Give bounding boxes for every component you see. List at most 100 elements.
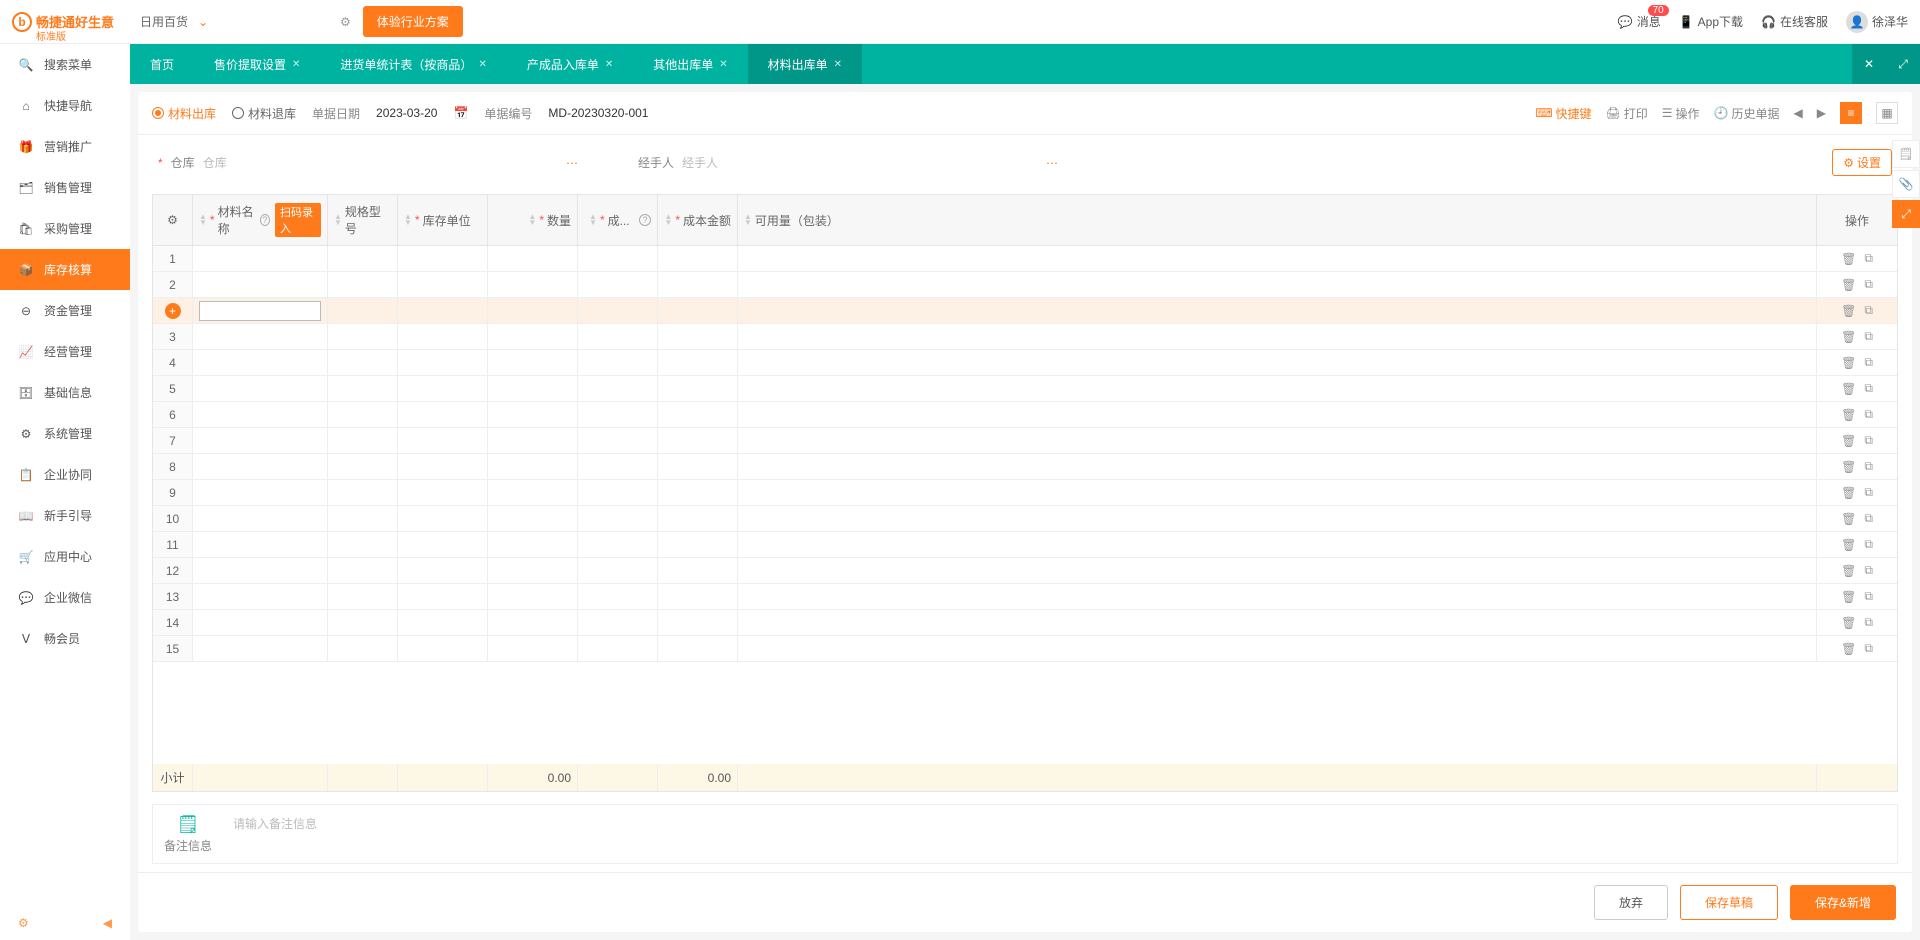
table-row[interactable]: 7🗑⧉ — [153, 428, 1897, 454]
discard-button[interactable]: 放弃 — [1594, 885, 1668, 920]
table-row[interactable]: 9🗑⧉ — [153, 480, 1897, 506]
sidebar-item-8[interactable]: 🗄基础信息 — [0, 372, 130, 413]
sidebar-item-7[interactable]: 📈经营管理 — [0, 331, 130, 372]
copy-row-icon[interactable]: ⧉ — [1864, 433, 1873, 448]
table-row[interactable]: 13🗑⧉ — [153, 584, 1897, 610]
delete-row-icon[interactable]: 🗑 — [1841, 356, 1856, 370]
table-row[interactable]: +🗑⧉ — [153, 298, 1897, 324]
agent-field[interactable]: 经手人 ⋯ — [638, 154, 1058, 171]
copy-row-icon[interactable]: ⧉ — [1864, 615, 1873, 630]
close-icon[interactable]: ✕ — [292, 59, 300, 70]
table-row[interactable]: 6🗑⧉ — [153, 402, 1897, 428]
rail-note-button[interactable]: 🗒 — [1892, 140, 1920, 168]
agent-input[interactable] — [682, 156, 1038, 170]
help-icon[interactable]: ? — [260, 214, 270, 226]
delete-row-icon[interactable]: 🗑 — [1841, 590, 1856, 604]
messages-button[interactable]: 💬 消息 70 — [1618, 13, 1661, 30]
table-row[interactable]: 14🗑⧉ — [153, 610, 1897, 636]
scan-tag[interactable]: 扫码录入 — [275, 203, 321, 237]
save-new-button[interactable]: 保存&新增 — [1790, 885, 1896, 920]
gear-icon[interactable]: ⚙ — [340, 15, 351, 29]
tab-3[interactable]: 产成品入库单✕ — [507, 44, 633, 84]
col-name[interactable]: ▲▼*材料名称?扫码录入 — [193, 195, 328, 245]
delete-row-icon[interactable]: 🗑 — [1841, 460, 1856, 474]
rail-attach-button[interactable]: 📎 — [1892, 170, 1920, 198]
sidebar-item-14[interactable]: Ⅴ畅会员 — [0, 618, 130, 659]
delete-row-icon[interactable]: 🗑 — [1841, 564, 1856, 578]
table-row[interactable]: 15🗑⧉ — [153, 636, 1897, 662]
close-icon[interactable]: ✕ — [478, 59, 486, 70]
actions-button[interactable]: ☰ 操作 — [1662, 105, 1700, 122]
calendar-icon[interactable]: 📅 — [453, 106, 468, 120]
sidebar-item-3[interactable]: 🗂销售管理 — [0, 167, 130, 208]
name-input[interactable] — [199, 301, 321, 321]
table-row[interactable]: 8🗑⧉ — [153, 454, 1897, 480]
collapse-icon[interactable]: ◀ — [103, 916, 112, 930]
trial-button[interactable]: 体验行业方案 — [363, 6, 463, 37]
settings-icon[interactable]: ⚙ — [18, 916, 29, 930]
copy-row-icon[interactable]: ⧉ — [1864, 537, 1873, 552]
tab-1[interactable]: 售价提取设置✕ — [194, 44, 320, 84]
tab-4[interactable]: 其他出库单✕ — [633, 44, 747, 84]
table-row[interactable]: 3🗑⧉ — [153, 324, 1897, 350]
table-row[interactable]: 2🗑⧉ — [153, 272, 1897, 298]
copy-row-icon[interactable]: ⧉ — [1864, 407, 1873, 422]
date-value[interactable]: 2023-03-20 — [376, 106, 437, 120]
close-icon[interactable]: ✕ — [605, 59, 613, 70]
sidebar-item-12[interactable]: 🛒应用中心 — [0, 536, 130, 577]
prev-doc-button[interactable]: ◀ — [1794, 106, 1803, 120]
sidebar-item-13[interactable]: 💬企业微信 — [0, 577, 130, 618]
copy-row-icon[interactable]: ⧉ — [1864, 459, 1873, 474]
user-menu[interactable]: 👤 徐泽华 — [1846, 11, 1908, 33]
sidebar-item-0[interactable]: 🔍搜索菜单 — [0, 44, 130, 85]
copy-row-icon[interactable]: ⧉ — [1864, 589, 1873, 604]
tab-expand-button[interactable]: ⤢ — [1886, 44, 1920, 84]
settings-button[interactable]: ⚙ 设置 — [1832, 149, 1892, 176]
col-qty[interactable]: ▲▼*数量 — [488, 195, 578, 245]
col-avail[interactable]: ▲▼可用量（包装） — [738, 195, 1817, 245]
radio-return[interactable]: 材料退库 — [232, 105, 296, 122]
delete-row-icon[interactable]: 🗑 — [1841, 408, 1856, 422]
industry-selector[interactable]: 日用百货 ⌄ — [140, 13, 340, 30]
delete-row-icon[interactable]: 🗑 — [1841, 252, 1856, 266]
shortcut-button[interactable]: ⌨ 快捷键 — [1535, 105, 1591, 122]
table-row[interactable]: 1🗑⧉ — [153, 246, 1897, 272]
table-row[interactable]: 10🗑⧉ — [153, 506, 1897, 532]
tab-2[interactable]: 进货单统计表（按商品）✕ — [320, 44, 506, 84]
rail-expand-button[interactable]: ⤢ — [1892, 200, 1920, 228]
view-list-button[interactable]: ≡ — [1840, 102, 1862, 124]
copy-row-icon[interactable]: ⧉ — [1864, 381, 1873, 396]
print-button[interactable]: 🖨 打印 — [1606, 105, 1648, 122]
radio-out[interactable]: 材料出库 — [152, 105, 216, 122]
sidebar-item-5[interactable]: 📦库存核算 — [0, 249, 130, 290]
delete-row-icon[interactable]: 🗑 — [1841, 278, 1856, 292]
copy-row-icon[interactable]: ⧉ — [1864, 329, 1873, 344]
delete-row-icon[interactable]: 🗑 — [1841, 616, 1856, 630]
delete-row-icon[interactable]: 🗑 — [1841, 486, 1856, 500]
table-row[interactable]: 11🗑⧉ — [153, 532, 1897, 558]
help-icon[interactable]: ? — [639, 214, 651, 226]
delete-row-icon[interactable]: 🗑 — [1841, 434, 1856, 448]
copy-row-icon[interactable]: ⧉ — [1864, 355, 1873, 370]
add-row-button[interactable]: + — [153, 298, 193, 323]
close-icon[interactable]: ✕ — [719, 59, 727, 70]
copy-row-icon[interactable]: ⧉ — [1864, 485, 1873, 500]
delete-row-icon[interactable]: 🗑 — [1841, 304, 1856, 318]
close-icon[interactable]: ✕ — [834, 59, 842, 70]
next-doc-button[interactable]: ▶ — [1817, 106, 1826, 120]
sidebar-item-4[interactable]: 🛍采购管理 — [0, 208, 130, 249]
table-row[interactable]: 5🗑⧉ — [153, 376, 1897, 402]
copy-row-icon[interactable]: ⧉ — [1864, 251, 1873, 266]
more-icon[interactable]: ⋯ — [1046, 156, 1058, 170]
col-cost[interactable]: ▲▼*成... ? — [578, 195, 658, 245]
view-grid-button[interactable]: ▦ — [1876, 102, 1898, 124]
sidebar-item-9[interactable]: ⚙系统管理 — [0, 413, 130, 454]
delete-row-icon[interactable]: 🗑 — [1841, 642, 1856, 656]
table-row[interactable]: 4🗑⧉ — [153, 350, 1897, 376]
sidebar-item-6[interactable]: ⊖资金管理 — [0, 290, 130, 331]
remark-input[interactable] — [223, 805, 1897, 863]
sidebar-item-11[interactable]: 📖新手引导 — [0, 495, 130, 536]
col-unit[interactable]: ▲▼*库存单位 — [398, 195, 488, 245]
sidebar-item-1[interactable]: ⌂快捷导航 — [0, 85, 130, 126]
sidebar-item-10[interactable]: 📋企业协同 — [0, 454, 130, 495]
